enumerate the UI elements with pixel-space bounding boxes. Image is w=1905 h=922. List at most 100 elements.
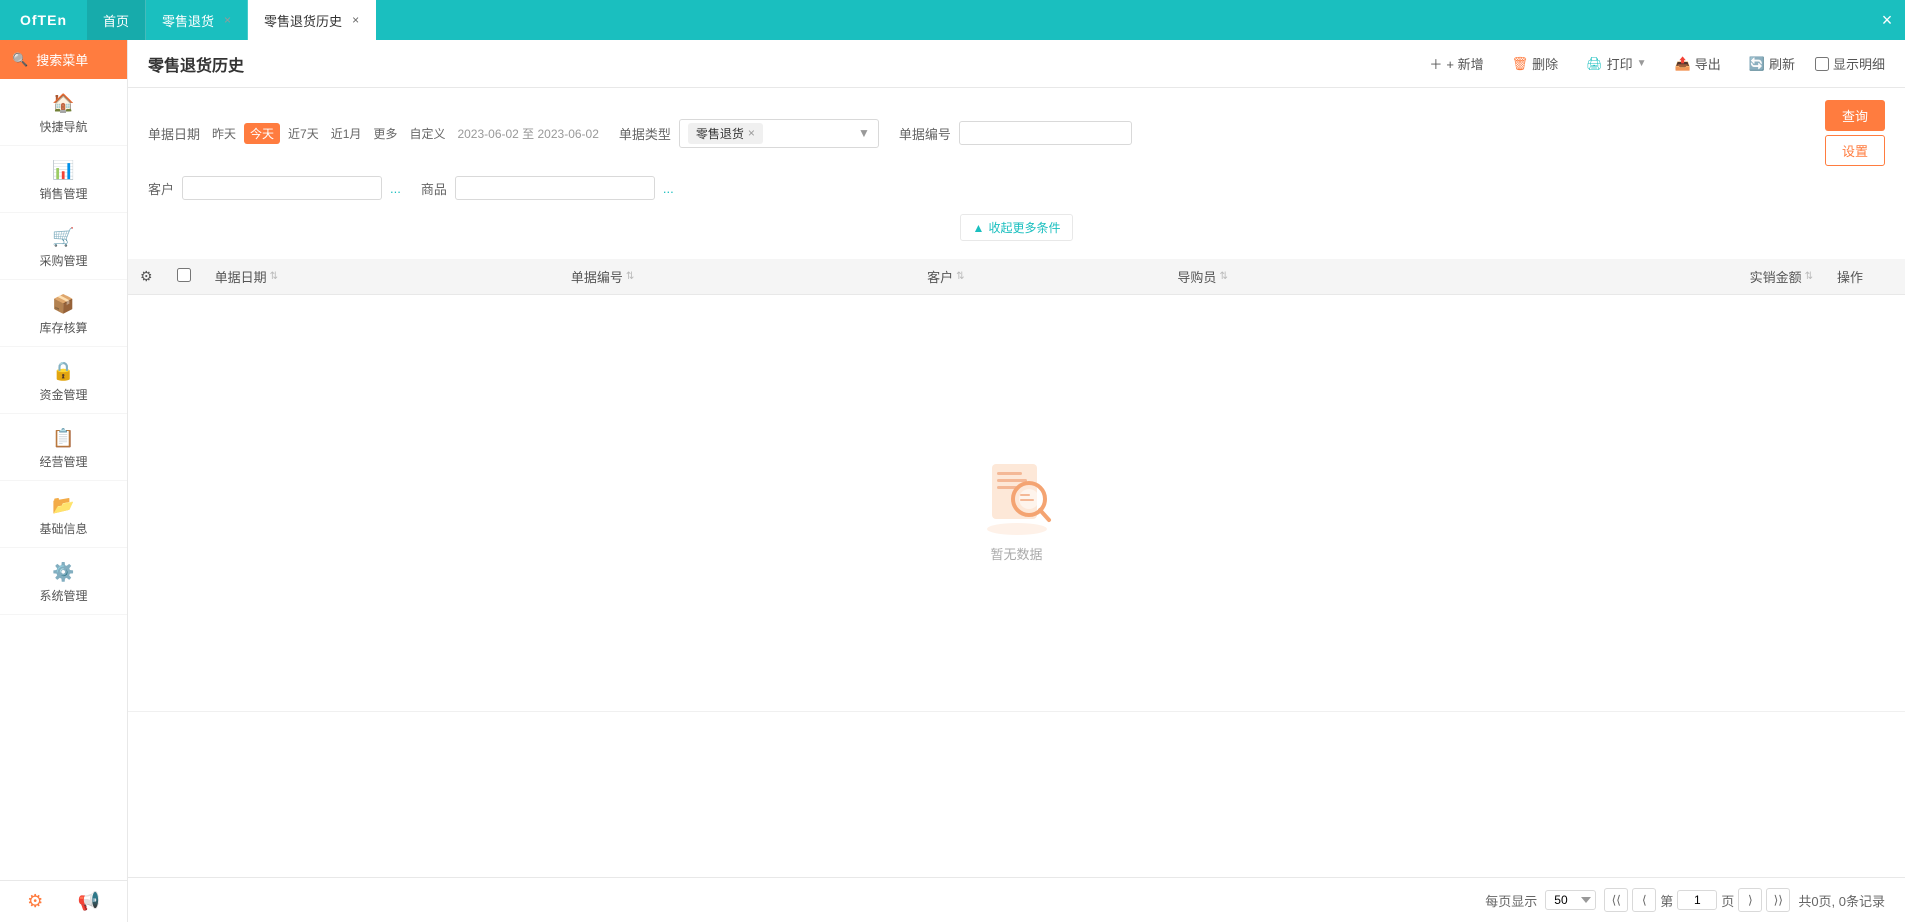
page-header: 零售退货历史 ＋ + 新增 🗑 删除 🖨 打印 ▼ 📤 导出	[128, 40, 1905, 88]
tab-home[interactable]: 首页	[87, 0, 146, 40]
delete-label: 删除	[1532, 54, 1558, 73]
page-next-button[interactable]: ⟩	[1738, 888, 1762, 912]
table-body: 暂无数据	[128, 295, 1905, 712]
search-menu-item[interactable]: 🔍 搜索菜单	[0, 40, 127, 79]
filter-row-1: 单据日期 昨天 今天 近7天 近1月 更多 自定义 2023-06-02 至 2…	[148, 100, 1885, 166]
date-btn-yesterday[interactable]: 昨天	[208, 123, 240, 144]
speaker-icon[interactable]: 📢	[77, 891, 99, 912]
page-nav: ⟨⟨ ⟨ 第 1 页 ⟩ ⟩⟩	[1604, 888, 1790, 912]
th-guide: 导购员 ⇅	[1165, 259, 1468, 295]
sidebar: 🔍 搜索菜单 🏠 快捷导航 📊 销售管理 🛒 采购管理 📦 库存核算 🔒 资金管…	[0, 40, 128, 922]
header-actions: ＋ + 新增 🗑 删除 🖨 打印 ▼ 📤 导出 🔄	[1421, 50, 1885, 77]
sort-bill-no[interactable]: 单据编号 ⇅	[571, 267, 634, 286]
collapse-arrow-icon: ▲	[973, 221, 985, 235]
sidebar-item-sales-mgmt[interactable]: 📊 销售管理	[0, 146, 127, 213]
th-guide-label: 导购员	[1177, 267, 1216, 286]
sidebar-item-basic-info-label: 基础信息	[39, 520, 87, 537]
page-size-select[interactable]: 50 20 100	[1545, 890, 1596, 910]
page-prev-button[interactable]: ⟨	[1632, 888, 1656, 912]
customer-label: 客户	[148, 179, 174, 198]
date-filter-label: 单据日期	[148, 124, 200, 143]
new-button[interactable]: ＋ + 新增	[1421, 50, 1491, 77]
sidebar-item-purchase-mgmt-label: 采购管理	[39, 252, 87, 269]
page-size-label: 每页显示	[1485, 891, 1537, 910]
sidebar-item-finance[interactable]: 🔒 资金管理	[0, 347, 127, 414]
bill-type-filter: 单据类型 零售退货 × ▼	[619, 119, 879, 148]
sort-customer-icon: ⇅	[956, 271, 964, 282]
bill-type-select[interactable]: 零售退货 × ▼	[679, 119, 879, 148]
table-area: ⚙ 单据日期 ⇅ 单据编号	[128, 259, 1905, 877]
page-last-button[interactable]: ⟩⟩	[1766, 888, 1790, 912]
column-settings-icon[interactable]: ⚙	[140, 268, 153, 284]
refresh-button[interactable]: 🔄 刷新	[1741, 50, 1803, 77]
date-btn-custom[interactable]: 自定义	[405, 123, 449, 144]
tag-close-icon[interactable]: ×	[748, 126, 755, 140]
new-label: + 新增	[1446, 54, 1483, 73]
select-all-checkbox[interactable]	[177, 268, 191, 282]
delete-icon: 🗑	[1512, 56, 1529, 72]
window-close-button[interactable]: ×	[1877, 10, 1897, 30]
delete-button[interactable]: 🗑 删除	[1504, 50, 1567, 77]
sidebar-item-purchase-mgmt[interactable]: 🛒 采购管理	[0, 213, 127, 280]
date-btn-1month[interactable]: 近1月	[327, 123, 366, 144]
collapse-button[interactable]: ▲ 收起更多条件	[960, 214, 1074, 241]
page-first-button[interactable]: ⟨⟨	[1604, 888, 1628, 912]
page-input[interactable]: 1	[1677, 890, 1717, 910]
print-button[interactable]: 🖨 打印 ▼	[1578, 50, 1654, 77]
th-customer-label: 客户	[927, 267, 953, 286]
show-detail-toggle[interactable]: 显示明细	[1815, 54, 1885, 73]
tab-retail-return-close[interactable]: ×	[224, 13, 231, 27]
sidebar-item-quick-nav[interactable]: 🏠 快捷导航	[0, 79, 127, 146]
main-content: 零售退货历史 ＋ + 新增 🗑 删除 🖨 打印 ▼ 📤 导出	[128, 40, 1905, 922]
empty-state: 暂无数据	[140, 303, 1893, 703]
th-checkbox	[165, 259, 203, 295]
bill-type-label: 单据类型	[619, 124, 671, 143]
sort-date[interactable]: 单据日期 ⇅	[215, 267, 278, 286]
sidebar-item-inventory-label: 库存核算	[39, 319, 87, 336]
sidebar-item-inventory[interactable]: 📦 库存核算	[0, 280, 127, 347]
sort-amount[interactable]: 实销金额 ⇅	[1750, 267, 1813, 286]
gear-icon: ⚙️	[52, 562, 74, 583]
sidebar-item-finance-label: 资金管理	[39, 386, 87, 403]
date-btn-7days[interactable]: 近7天	[284, 123, 323, 144]
setting-button[interactable]: 设置	[1825, 135, 1885, 166]
empty-row: 暂无数据	[128, 295, 1905, 712]
sidebar-item-basic-info[interactable]: 📂 基础信息	[0, 481, 127, 548]
sidebar-item-operations[interactable]: 📋 经营管理	[0, 414, 127, 481]
date-range-display: 2023-06-02 至 2023-06-02	[457, 125, 598, 142]
sort-amount-icon: ⇅	[1805, 271, 1813, 282]
empty-text: 暂无数据	[990, 544, 1042, 563]
tab-retail-return[interactable]: 零售退货 ×	[146, 0, 248, 40]
tab-retail-return-history[interactable]: 零售退货历史 ×	[248, 0, 376, 40]
query-button[interactable]: 查询	[1825, 100, 1885, 131]
goods-input[interactable]	[455, 176, 655, 200]
th-date: 单据日期 ⇅	[203, 259, 559, 295]
data-table: ⚙ 单据日期 ⇅ 单据编号	[128, 259, 1905, 712]
tab-retail-return-history-label: 零售退货历史	[264, 11, 342, 30]
customer-input[interactable]	[182, 176, 382, 200]
bill-no-input[interactable]	[959, 121, 1132, 145]
date-btn-today[interactable]: 今天	[244, 123, 280, 144]
sort-guide[interactable]: 导购员 ⇅	[1177, 267, 1227, 286]
customer-ellipsis-btn[interactable]: ...	[390, 181, 401, 196]
show-detail-label: 显示明细	[1833, 54, 1885, 73]
tab-retail-return-history-close[interactable]: ×	[352, 13, 359, 27]
pagination: 每页显示 50 20 100 ⟨⟨ ⟨ 第 1 页 ⟩ ⟩⟩ 共0页, 0条记录	[128, 877, 1905, 922]
export-label: 导出	[1695, 54, 1721, 73]
sidebar-item-system-mgmt[interactable]: ⚙️ 系统管理	[0, 548, 127, 615]
goods-ellipsis-btn[interactable]: ...	[663, 181, 674, 196]
export-button[interactable]: 📤 导出	[1667, 50, 1729, 77]
export-icon: 📤	[1675, 56, 1691, 72]
page-title: 零售退货历史	[148, 52, 244, 76]
search-menu-label: 搜索菜单	[36, 50, 88, 69]
query-buttons: 查询 设置	[1825, 100, 1885, 166]
customer-filter: 客户 ...	[148, 176, 401, 200]
topbar: OfTEn 首页 零售退货 × 零售退货历史 × ×	[0, 0, 1905, 40]
sidebar-bottom: ⚙ 📢	[0, 880, 127, 922]
th-action: 操作	[1825, 259, 1905, 295]
date-btn-more[interactable]: 更多	[369, 123, 401, 144]
settings-bottom-icon[interactable]: ⚙	[27, 891, 43, 912]
sort-bill-no-icon: ⇅	[626, 271, 634, 282]
sort-customer[interactable]: 客户 ⇅	[927, 267, 964, 286]
show-detail-checkbox[interactable]	[1815, 57, 1829, 71]
